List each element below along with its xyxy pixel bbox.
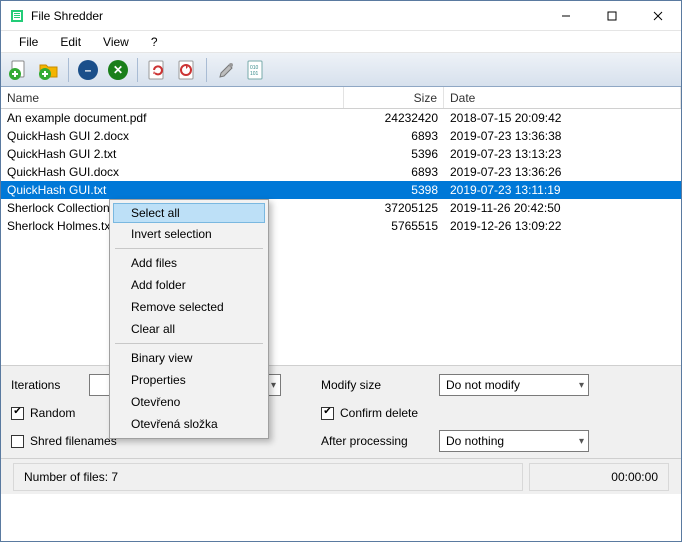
menubar: File Edit View ? <box>1 31 681 53</box>
add-folder-button[interactable] <box>35 56 63 84</box>
app-icon <box>9 8 25 24</box>
cell-name: QuickHash GUI.txt <box>1 183 344 197</box>
ctx-add-files[interactable]: Add files <box>113 252 265 274</box>
ctx-select-all[interactable]: Select all <box>113 203 265 223</box>
menu-file[interactable]: File <box>9 33 48 51</box>
after-processing-combo[interactable]: Do nothing▾ <box>439 430 589 452</box>
chevron-down-icon: ▾ <box>271 380 276 391</box>
maximize-button[interactable] <box>589 1 635 31</box>
cell-name: An example document.pdf <box>1 111 344 125</box>
chevron-down-icon: ▾ <box>579 436 584 447</box>
close-button[interactable] <box>635 1 681 31</box>
context-menu: Select all Invert selection Add files Ad… <box>109 199 269 439</box>
cell-size: 6893 <box>344 165 444 179</box>
settings-button[interactable] <box>212 56 240 84</box>
ctx-otevrena-slozka[interactable]: Otevřená složka <box>113 413 265 435</box>
menu-separator <box>115 343 263 344</box>
table-row[interactable]: Sherlock Holmes.txt57655152019-12-26 13:… <box>1 217 681 235</box>
ctx-remove-selected[interactable]: Remove selected <box>113 296 265 318</box>
titlebar: File Shredder <box>1 1 681 31</box>
ctx-clear-all[interactable]: Clear all <box>113 318 265 340</box>
menu-help[interactable]: ? <box>141 33 168 51</box>
ctx-invert-selection[interactable]: Invert selection <box>113 223 265 245</box>
cell-size: 37205125 <box>344 201 444 215</box>
col-name[interactable]: Name <box>1 87 344 108</box>
cell-date: 2019-07-23 13:11:19 <box>444 183 681 197</box>
cell-name: QuickHash GUI 2.txt <box>1 147 344 161</box>
shred-filenames-checkbox[interactable]: Shred filenames <box>11 434 117 448</box>
checkbox-icon <box>321 407 334 420</box>
menu-view[interactable]: View <box>93 33 139 51</box>
random-checkbox[interactable]: Random <box>11 406 75 420</box>
cell-size: 5396 <box>344 147 444 161</box>
ctx-binary-view[interactable]: Binary view <box>113 347 265 369</box>
checkbox-icon <box>11 407 24 420</box>
app-window: File Shredder File Edit View ? – ✕ 01010… <box>0 0 682 542</box>
menu-edit[interactable]: Edit <box>50 33 91 51</box>
window-title: File Shredder <box>31 9 103 23</box>
cell-date: 2019-07-23 13:13:23 <box>444 147 681 161</box>
chevron-down-icon: ▾ <box>579 380 584 391</box>
cell-size: 5765515 <box>344 219 444 233</box>
options-panel: Iterations ▾ Modify size Do not modify▾ … <box>1 365 681 458</box>
minimize-button[interactable] <box>543 1 589 31</box>
remove-button[interactable]: – <box>74 56 102 84</box>
cell-size: 24232420 <box>344 111 444 125</box>
status-bar: Number of files: 7 00:00:00 <box>1 458 681 494</box>
svg-text:101: 101 <box>250 71 259 77</box>
col-date[interactable]: Date <box>444 87 681 108</box>
elapsed-time: 00:00:00 <box>529 463 669 491</box>
modify-size-combo[interactable]: Do not modify▾ <box>439 374 589 396</box>
menu-separator <box>115 248 263 249</box>
table-row[interactable]: An example document.pdf242324202018-07-1… <box>1 109 681 127</box>
cell-date: 2019-12-26 13:09:22 <box>444 219 681 233</box>
cell-size: 5398 <box>344 183 444 197</box>
modify-size-label: Modify size <box>321 378 431 392</box>
iterations-label: Iterations <box>11 378 81 392</box>
cell-size: 6893 <box>344 129 444 143</box>
list-header: Name Size Date <box>1 87 681 109</box>
file-list[interactable]: An example document.pdf242324202018-07-1… <box>1 109 681 365</box>
ctx-otevreno[interactable]: Otevřeno <box>113 391 265 413</box>
checkbox-icon <box>11 435 24 448</box>
cell-date: 2019-07-23 13:36:26 <box>444 165 681 179</box>
ctx-properties[interactable]: Properties <box>113 369 265 391</box>
ctx-add-folder[interactable]: Add folder <box>113 274 265 296</box>
table-row[interactable]: Sherlock Collection.txt372051252019-11-2… <box>1 199 681 217</box>
clear-button[interactable]: ✕ <box>104 56 132 84</box>
cell-name: QuickHash GUI 2.docx <box>1 129 344 143</box>
cell-date: 2018-07-15 20:09:42 <box>444 111 681 125</box>
binary-button[interactable]: 010101 <box>242 56 270 84</box>
cell-date: 2019-11-26 20:42:50 <box>444 201 681 215</box>
add-file-button[interactable] <box>5 56 33 84</box>
confirm-delete-checkbox[interactable]: Confirm delete <box>321 406 418 420</box>
cell-date: 2019-07-23 13:36:38 <box>444 129 681 143</box>
refresh-all-button[interactable] <box>173 56 201 84</box>
toolbar: – ✕ 010101 <box>1 53 681 87</box>
file-count-label: Number of files: 7 <box>13 463 523 491</box>
table-row[interactable]: QuickHash GUI 2.txt53962019-07-23 13:13:… <box>1 145 681 163</box>
cell-name: QuickHash GUI.docx <box>1 165 344 179</box>
col-size[interactable]: Size <box>344 87 444 108</box>
table-row[interactable]: QuickHash GUI 2.docx68932019-07-23 13:36… <box>1 127 681 145</box>
table-row[interactable]: QuickHash GUI.docx68932019-07-23 13:36:2… <box>1 163 681 181</box>
after-processing-label: After processing <box>321 434 431 448</box>
refresh-button[interactable] <box>143 56 171 84</box>
table-row[interactable]: QuickHash GUI.txt53982019-07-23 13:11:19 <box>1 181 681 199</box>
